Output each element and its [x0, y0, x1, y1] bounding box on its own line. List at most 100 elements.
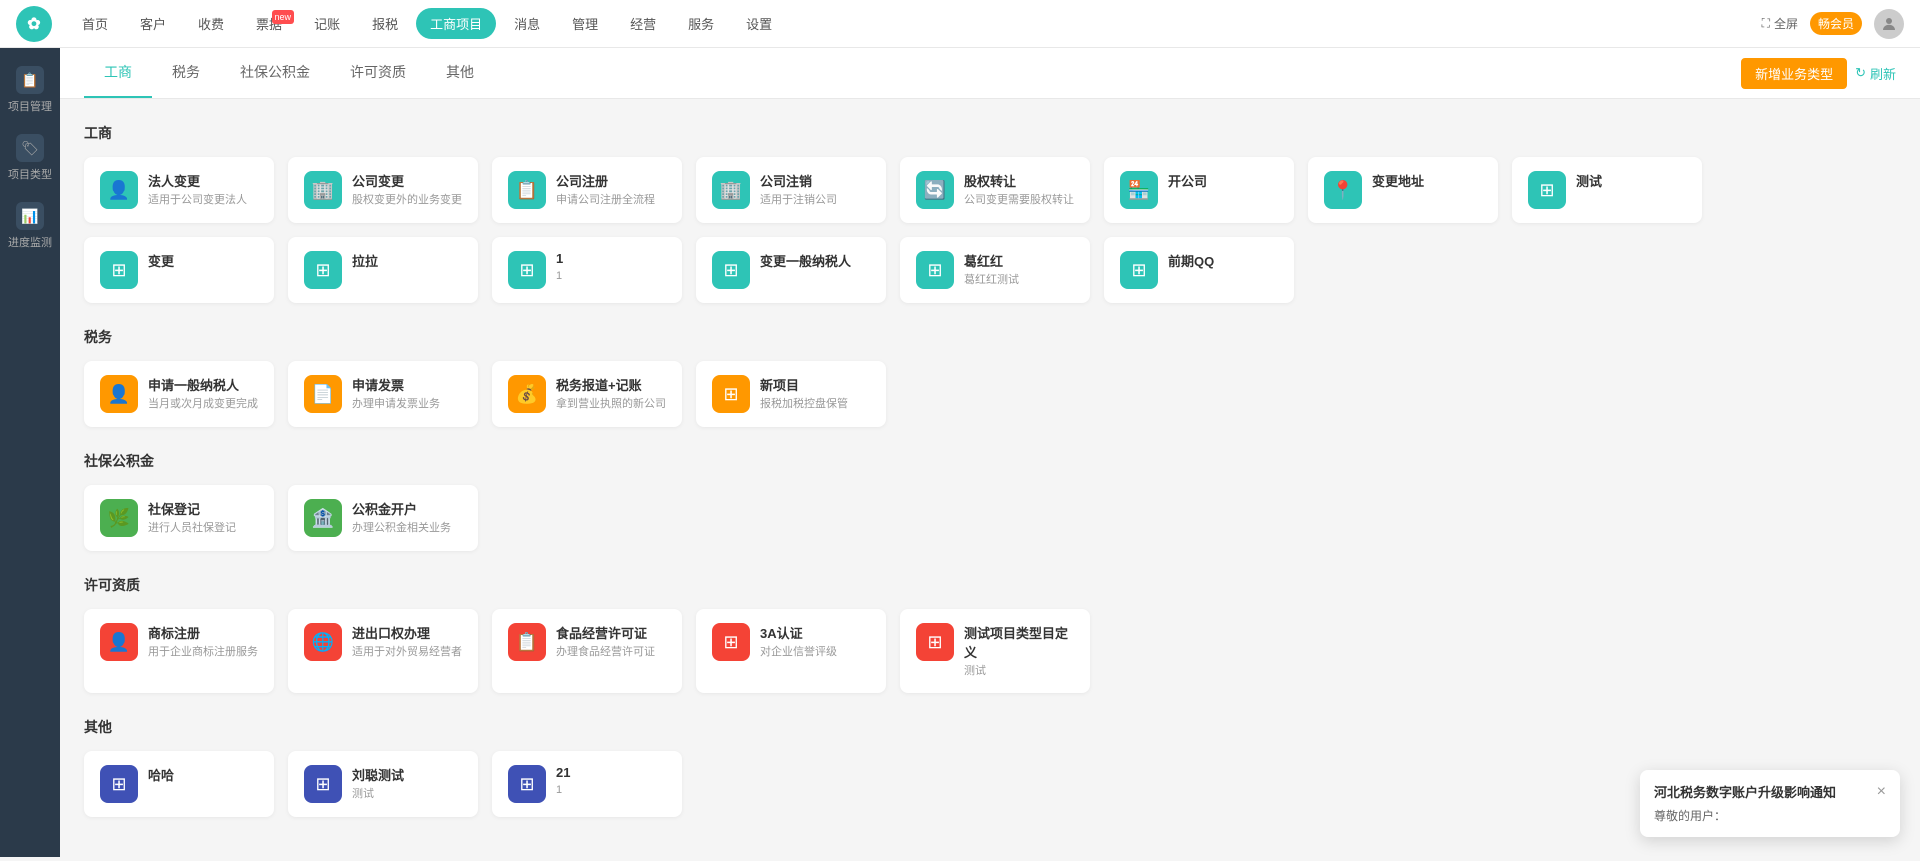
faren-desc: 适用于公司变更法人 [148, 193, 258, 208]
card-equity[interactable]: 🔄 股权转让 公司变更需要股权转让 [900, 157, 1090, 223]
apply-tax-icon: 👤 [100, 375, 138, 413]
notif-close-button[interactable]: × [1877, 783, 1886, 801]
new-proj-title: 新项目 [760, 375, 870, 394]
card-company-change[interactable]: 🏢 公司变更 股权变更外的业务变更 [288, 157, 478, 223]
tab-shebao[interactable]: 社保公积金 [220, 48, 330, 98]
gjj-icon: 🏦 [304, 499, 342, 537]
nav-operation[interactable]: 经营 [616, 8, 670, 39]
card-faren[interactable]: 👤 法人变更 适用于公司变更法人 [84, 157, 274, 223]
company-reg-icon: 📋 [508, 171, 546, 209]
card-trade[interactable]: 🌐 进出口权办理 适用于对外贸易经营者 [288, 609, 478, 693]
member-button[interactable]: 畅会员 [1810, 12, 1862, 35]
main-content: 工商 税务 社保公积金 许可资质 其他 新增业务类型 ↻ 刷新 工商 👤 法人变… [60, 48, 1920, 861]
nav-ticket[interactable]: 票据 new [242, 8, 296, 39]
card-gjj[interactable]: 🏦 公积金开户 办理公积金相关业务 [288, 485, 478, 551]
ceshi-icon: ⊞ [1528, 171, 1566, 209]
tab-gongshang[interactable]: 工商 [84, 48, 152, 98]
card-test-type[interactable]: ⊞ 测试项目类型目定义 测试 [900, 609, 1090, 693]
test-type-icon: ⊞ [916, 623, 954, 661]
section-title-gongshang: 工商 [84, 123, 1896, 143]
card-food[interactable]: 📋 食品经营许可证 办理食品经营许可证 [492, 609, 682, 693]
tab-shuiwu[interactable]: 税务 [152, 48, 220, 98]
food-title: 食品经营许可证 [556, 623, 666, 642]
one-icon: ⊞ [508, 251, 546, 289]
nav-customer[interactable]: 客户 [126, 8, 180, 39]
nav-service[interactable]: 服务 [674, 8, 728, 39]
nav-bookkeeping[interactable]: 记账 [300, 8, 354, 39]
tab-xuke[interactable]: 许可资质 [330, 48, 426, 98]
nav-message[interactable]: 消息 [500, 8, 554, 39]
sidebar-item-project-manage[interactable]: 📋 项目管理 [0, 56, 60, 124]
sidebar-item-progress[interactable]: 📊 进度监测 [0, 192, 60, 260]
card-gehonghong[interactable]: ⊞ 葛红红 葛红红测试 [900, 237, 1090, 303]
3a-title: 3A认证 [760, 623, 870, 642]
food-desc: 办理食品经营许可证 [556, 645, 666, 660]
change-tax-title: 变更一般纳税人 [760, 251, 870, 270]
equity-icon: 🔄 [916, 171, 954, 209]
card-liucong[interactable]: ⊞ 刘聪测试 测试 [288, 751, 478, 817]
equity-title: 股权转让 [964, 171, 1074, 190]
card-21[interactable]: ⊞ 21 1 [492, 751, 682, 817]
open-company-title: 开公司 [1168, 171, 1278, 190]
card-company-cancel[interactable]: 🏢 公司注销 适用于注销公司 [696, 157, 886, 223]
qita-cards: ⊞ 哈哈 ⊞ 刘聪测试 测试 ⊞ 21 1 [84, 751, 1896, 817]
3a-icon: ⊞ [712, 623, 750, 661]
card-change-tax[interactable]: ⊞ 变更一般纳税人 [696, 237, 886, 303]
card-tax-report[interactable]: 💰 税务报道+记账 拿到营业执照的新公司 [492, 361, 682, 427]
qianqi-icon: ⊞ [1120, 251, 1158, 289]
notif-body: 尊敬的用户： [1654, 807, 1886, 825]
tax-report-icon: 💰 [508, 375, 546, 413]
tab-qita[interactable]: 其他 [426, 48, 494, 98]
trademark-title: 商标注册 [148, 623, 258, 642]
change-tax-icon: ⊞ [712, 251, 750, 289]
nav-charge[interactable]: 收费 [184, 8, 238, 39]
nav-settings[interactable]: 设置 [732, 8, 786, 39]
nav-tax[interactable]: 报税 [358, 8, 412, 39]
nav-bizproject[interactable]: 工商项目 [416, 8, 496, 39]
card-new-proj[interactable]: ⊞ 新项目 报税加税控盘保管 [696, 361, 886, 427]
fullscreen-btn[interactable]: ⛶ 全屏 [1762, 15, 1798, 32]
haha-title: 哈哈 [148, 765, 258, 784]
section-title-shebao: 社保公积金 [84, 451, 1896, 471]
gehonghong-icon: ⊞ [916, 251, 954, 289]
refresh-button[interactable]: ↻ 刷新 [1855, 64, 1896, 83]
card-ceshi[interactable]: ⊞ 测试 [1512, 157, 1702, 223]
apply-tax-title: 申请一般纳税人 [148, 375, 258, 394]
shuiwu-cards: 👤 申请一般纳税人 当月或次月成变更完成 📄 申请发票 办理申请发票业务 💰 税… [84, 361, 1896, 427]
company-cancel-desc: 适用于注销公司 [760, 193, 870, 208]
sidebar-item-project-type[interactable]: 🏷 项目类型 [0, 124, 60, 192]
card-company-reg[interactable]: 📋 公司注册 申请公司注册全流程 [492, 157, 682, 223]
progress-icon: 📊 [16, 202, 44, 230]
lala-icon: ⊞ [304, 251, 342, 289]
one-desc: 1 [556, 269, 666, 284]
new-type-button[interactable]: 新增业务类型 [1741, 58, 1847, 89]
card-apply-tax[interactable]: 👤 申请一般纳税人 当月或次月成变更完成 [84, 361, 274, 427]
card-shebao-reg[interactable]: 🌿 社保登记 进行人员社保登记 [84, 485, 274, 551]
liucong-icon: ⊞ [304, 765, 342, 803]
trade-desc: 适用于对外贸易经营者 [352, 645, 462, 660]
company-change-icon: 🏢 [304, 171, 342, 209]
user-avatar[interactable] [1874, 9, 1904, 39]
top-nav: ✿ 首页 客户 收费 票据 new 记账 报税 工商项目 消息 管理 经营 服务… [0, 0, 1920, 48]
card-trademark[interactable]: 👤 商标注册 用于企业商标注册服务 [84, 609, 274, 693]
app-logo: ✿ [16, 6, 52, 42]
card-change-addr[interactable]: 📍 变更地址 [1308, 157, 1498, 223]
fullscreen-icon: ⛶ [1762, 16, 1770, 31]
apply-tax-desc: 当月或次月成变更完成 [148, 397, 258, 412]
apply-invoice-icon: 📄 [304, 375, 342, 413]
nav-home[interactable]: 首页 [68, 8, 122, 39]
section-title-xuke: 许可资质 [84, 575, 1896, 595]
card-apply-invoice[interactable]: 📄 申请发票 办理申请发票业务 [288, 361, 478, 427]
card-one[interactable]: ⊞ 1 1 [492, 237, 682, 303]
card-open-company[interactable]: 🏪 开公司 [1104, 157, 1294, 223]
card-lala[interactable]: ⊞ 拉拉 [288, 237, 478, 303]
test-type-title: 测试项目类型目定义 [964, 623, 1074, 661]
card-qianqi[interactable]: ⊞ 前期QQ [1104, 237, 1294, 303]
card-3a[interactable]: ⊞ 3A认证 对企业信誉评级 [696, 609, 886, 693]
card-haha[interactable]: ⊞ 哈哈 [84, 751, 274, 817]
card-biangeng[interactable]: ⊞ 变更 [84, 237, 274, 303]
change-addr-icon: 📍 [1324, 171, 1362, 209]
nav-manage[interactable]: 管理 [558, 8, 612, 39]
tab-bar: 工商 税务 社保公积金 许可资质 其他 新增业务类型 ↻ 刷新 [60, 48, 1920, 99]
company-change-desc: 股权变更外的业务变更 [352, 193, 462, 208]
